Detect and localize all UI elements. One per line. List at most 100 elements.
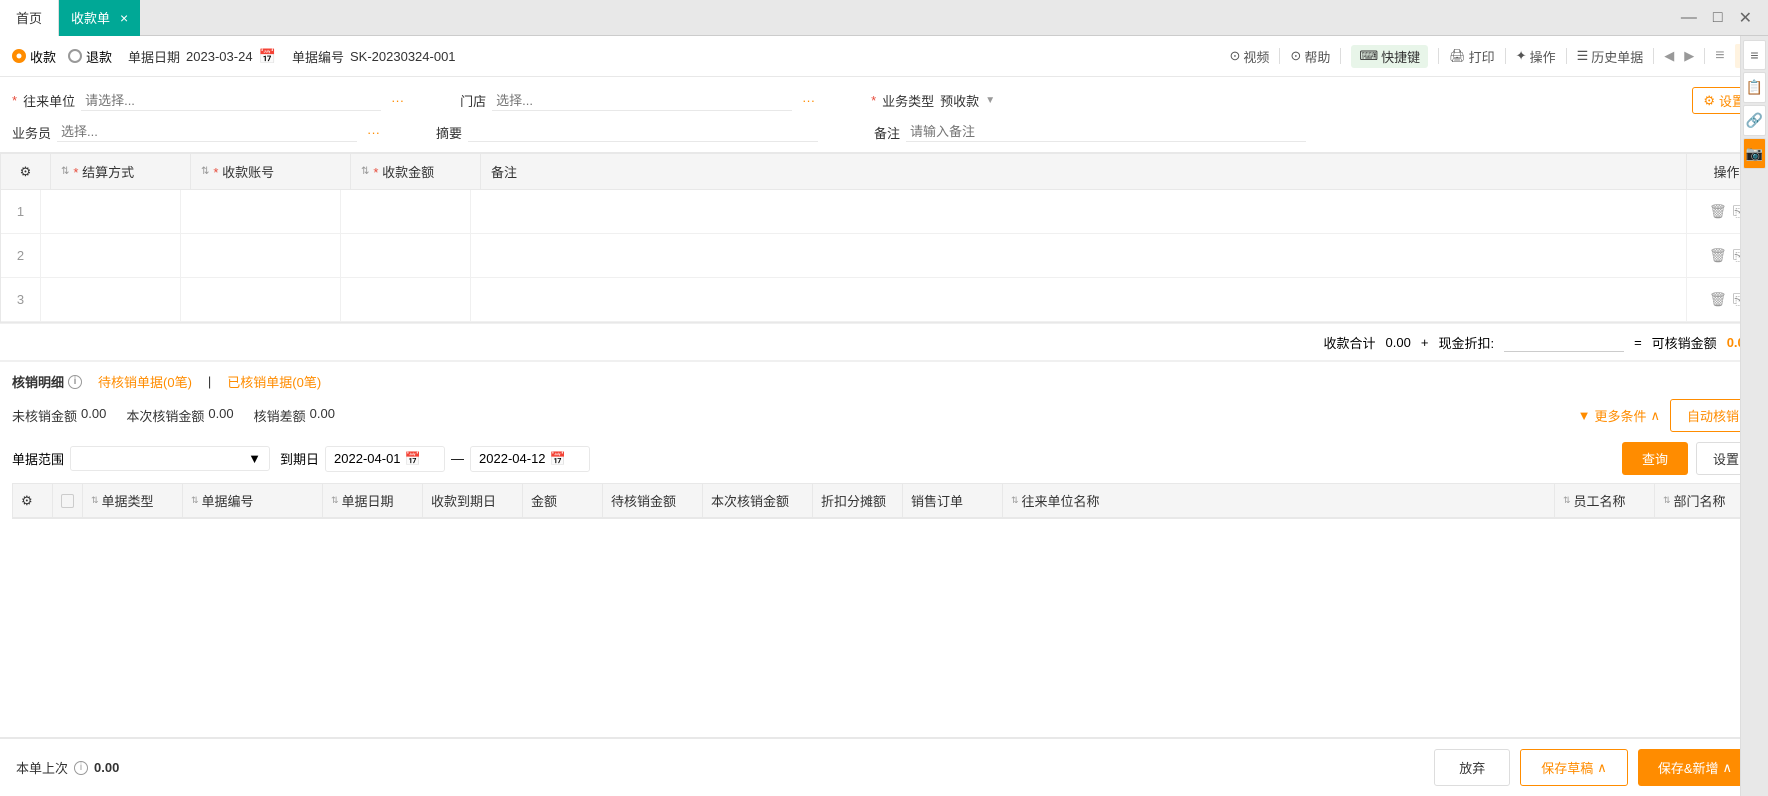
sort-jine-icon[interactable]: ⇅ [361, 166, 369, 177]
history-button[interactable]: ☰ 历史单据 [1577, 47, 1644, 66]
receipt-table: ⚙ ⇅ 结算方式 ⇅ 收款账号 ⇅ 收款金额 备注 操作 1 [0, 153, 1768, 323]
staff-input[interactable] [57, 122, 357, 142]
row2-jine[interactable] [341, 234, 471, 277]
row3-jiesuan[interactable] [41, 278, 181, 321]
tab-home[interactable]: 首页 [0, 0, 59, 36]
operations-button[interactable]: ✦ 操作 [1516, 47, 1556, 66]
right-panel: ≡ 📋 🔗 📷 [1740, 36, 1768, 796]
filter-row: 单据范围 ▼ 到期日 2022-04-01 📅 — 2022-04-12 [12, 442, 1756, 475]
date-icon[interactable]: 📅 [259, 48, 276, 65]
nav-next-icon[interactable]: ▶ [1684, 48, 1694, 64]
bth-gear[interactable]: ⚙ [13, 484, 53, 517]
list-view-icon[interactable]: ≡ [1715, 47, 1724, 65]
save-new-button[interactable]: 保存&新增 ∧ [1638, 749, 1752, 786]
row2-shoukuan[interactable] [181, 234, 341, 277]
date-from-picker[interactable]: 2022-04-01 📅 [325, 446, 445, 472]
maximize-button[interactable]: □ [1709, 9, 1727, 27]
store-input[interactable] [492, 91, 792, 111]
hexiao-info-icon[interactable]: i [68, 375, 82, 389]
main-container: 收款 退款 单据日期 2023-03-24 📅 单据编号 SK-20230324… [0, 36, 1768, 796]
row2-delete-icon[interactable]: 🗑 [1709, 247, 1727, 264]
row1-shoukuan[interactable] [181, 190, 341, 233]
daoqi-field: 到期日 2022-04-01 📅 — 2022-04-12 📅 [280, 446, 590, 472]
shortcut-button[interactable]: ⌨ 快捷键 [1351, 45, 1428, 68]
right-panel-item-4[interactable]: 📷 [1743, 138, 1766, 169]
note-input[interactable] [906, 122, 1306, 142]
divider-6 [1653, 48, 1654, 64]
wei-stat: 未核销金额 0.00 [12, 406, 106, 425]
pending-tab[interactable]: 待核销单据(0笔) [98, 372, 192, 391]
biztype-value: 预收款 [940, 91, 979, 110]
date-to-picker[interactable]: 2022-04-12 📅 [470, 446, 590, 472]
help-link[interactable]: ⊙ 帮助 [1290, 47, 1330, 66]
row1-jine[interactable] [341, 190, 471, 233]
right-panel-item-1[interactable]: ≡ [1743, 40, 1766, 70]
th-gear[interactable]: ⚙ [1, 154, 51, 189]
tab-receipt[interactable]: 收款单 × [59, 0, 140, 36]
more-conditions-button[interactable]: ▼ 更多条件 ∧ [1578, 406, 1660, 425]
select-all-checkbox[interactable] [61, 494, 74, 508]
video-link[interactable]: ⊙ 视频 [1230, 47, 1270, 66]
minimize-button[interactable]: — [1677, 9, 1701, 27]
table-row: 3 🗑 ⎘ [1, 278, 1767, 322]
row2-beizhu[interactable] [471, 234, 1687, 277]
counterpart-required-star: * [12, 93, 17, 108]
row3-shoukuan[interactable] [181, 278, 341, 321]
counterpart-input[interactable] [81, 91, 381, 111]
staff-more-icon[interactable]: ··· [367, 125, 380, 140]
sort-type-icon[interactable]: ⇅ [91, 495, 99, 506]
close-button[interactable]: ✕ [1735, 8, 1756, 28]
tab-close-icon[interactable]: × [120, 10, 128, 26]
save-draft-chevron-icon[interactable]: ∧ [1597, 760, 1607, 776]
biztype-chevron-icon[interactable]: ▼ [985, 95, 995, 106]
done-tab[interactable]: 已核销单据(0笔) [227, 372, 321, 391]
sort-counterpart-icon[interactable]: ⇅ [1011, 495, 1019, 506]
store-label: 门店 [460, 91, 486, 110]
home-label: 首页 [16, 8, 42, 27]
row3-jine[interactable] [341, 278, 471, 321]
query-button[interactable]: 查询 [1622, 442, 1688, 475]
sort-staff-icon[interactable]: ⇅ [1563, 495, 1571, 506]
sort-jiesuan-icon[interactable]: ⇅ [61, 166, 69, 177]
sort-date-icon[interactable]: ⇅ [331, 495, 339, 506]
row2-idx: 2 [1, 234, 41, 277]
chongcha-label: 核销差额 [254, 406, 306, 425]
row3-delete-icon[interactable]: 🗑 [1709, 291, 1727, 308]
chongcha-stat: 核销差额 0.00 [254, 406, 335, 425]
row1-beizhu[interactable] [471, 190, 1687, 233]
save-draft-button[interactable]: 保存草稿 ∧ [1520, 749, 1628, 786]
nav-prev-icon[interactable]: ◀ [1664, 48, 1674, 64]
daoqi-label: 到期日 [280, 449, 319, 468]
right-panel-item-3[interactable]: 🔗 [1743, 105, 1766, 136]
abandon-button[interactable]: 放弃 [1434, 749, 1510, 786]
row3-beizhu[interactable] [471, 278, 1687, 321]
help-label: 帮助 [1304, 47, 1330, 66]
print-button[interactable]: 🖨 打印 [1449, 47, 1495, 66]
row1-jiesuan[interactable] [41, 190, 181, 233]
save-new-chevron-icon[interactable]: ∧ [1722, 760, 1732, 776]
xianjian-input[interactable] [1504, 332, 1624, 352]
row1-delete-icon[interactable]: 🗑 [1709, 203, 1727, 220]
no-label: 单据编号 [292, 47, 344, 66]
chevron-more-icon: ∧ [1650, 408, 1660, 424]
summary-input[interactable] [468, 122, 818, 142]
danjv-range-select[interactable]: ▼ [70, 446, 270, 471]
hexiao-header: 核销明细 i 待核销单据(0笔) | 已核销单据(0笔) [12, 372, 1756, 391]
table-row: 2 🗑 ⎘ [1, 234, 1767, 278]
sort-dept-icon[interactable]: ⇅ [1663, 495, 1671, 506]
radio-refund[interactable]: 退款 [68, 47, 112, 66]
sort-no-icon[interactable]: ⇅ [191, 495, 199, 506]
counterpart-more-icon[interactable]: ··· [391, 93, 404, 108]
radio-receipt[interactable]: 收款 [12, 47, 56, 66]
no-field: 单据编号 SK-20230324-001 [292, 47, 456, 66]
counterpart-label: 往来单位 [23, 91, 75, 110]
sort-shoukuan-icon[interactable]: ⇅ [201, 166, 209, 177]
table-row: 1 🗑 ⎘ [1, 190, 1767, 234]
bottom-bar: 本单上次 i 0.00 放弃 保存草稿 ∧ 保存&新增 ∧ [0, 737, 1768, 796]
video-label: 视频 [1243, 47, 1269, 66]
store-more-icon[interactable]: ··· [802, 93, 815, 108]
right-panel-item-2[interactable]: 📋 [1743, 72, 1766, 103]
row2-jiesuan[interactable] [41, 234, 181, 277]
hexiao-stats: 未核销金额 0.00 本次核销金额 0.00 核销差额 0.00 ▼ 更多条件 … [12, 399, 1756, 432]
bottom-info-icon[interactable]: i [74, 761, 88, 775]
